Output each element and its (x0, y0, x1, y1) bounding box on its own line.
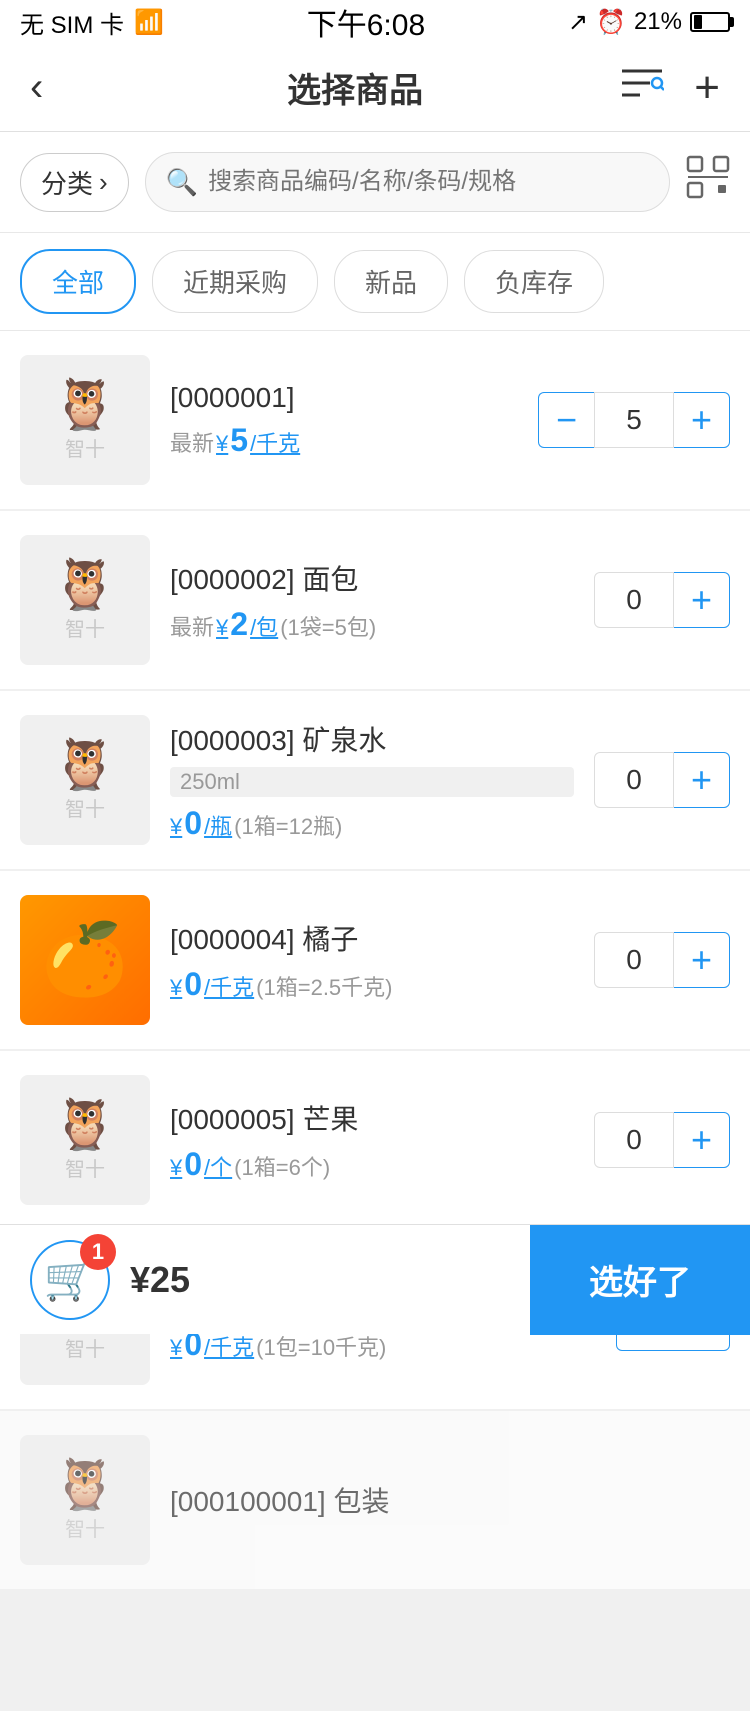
location-icon: ↗ (568, 8, 588, 37)
list-item: 🦉 智十 [000100001] 包装 (0, 1411, 750, 1589)
qty-input[interactable] (594, 932, 674, 988)
placeholder-image: 🦉 智十 (20, 715, 150, 845)
qty-input[interactable] (594, 392, 674, 448)
list-item: 🦉 智十 [0000001] 最新 ¥ 5 /千克 − + (0, 331, 750, 509)
qty-plus-button[interactable]: + (674, 572, 730, 628)
tab-negative[interactable]: 负库存 (464, 250, 604, 313)
tab-bar: 全部 近期采购 新品 负库存 (0, 233, 750, 331)
qty-plus-button[interactable]: + (674, 932, 730, 988)
page-title: 选择商品 (287, 63, 423, 112)
placeholder-image: 🦉 智十 (20, 355, 150, 485)
category-label: 分类 (41, 164, 93, 201)
qty-plus-button[interactable]: + (674, 752, 730, 808)
qty-input[interactable] (594, 752, 674, 808)
tab-recent[interactable]: 近期采购 (152, 250, 318, 313)
filter-bar: 分类 › 🔍 (0, 132, 750, 233)
status-bar: 无 SIM 卡 📶 下午6:08 ↗ ⏰ 21% (0, 0, 750, 44)
product-info-0000002: [0000002] 面包 最新 ¥ 2 /包 (1袋=5包) (170, 558, 574, 643)
owl-text: 智十 (65, 1333, 105, 1362)
back-button[interactable]: ‹ (30, 65, 90, 110)
product-price: 最新 ¥ 2 /包 (1袋=5包) (170, 606, 574, 643)
product-name: [0000004] 橘子 (170, 918, 574, 958)
product-name: [0000005] 芒果 (170, 1098, 574, 1138)
scan-icon[interactable] (686, 155, 730, 209)
qty-input[interactable] (594, 1112, 674, 1168)
owl-icon: 🦉 (54, 1459, 116, 1509)
product-name: [000100001] 包装 (170, 1480, 730, 1520)
owl-text: 智十 (65, 1513, 105, 1542)
battery-percent: 21% (634, 8, 682, 36)
product-price: ¥ 0 /个 (1箱=6个) (170, 1146, 574, 1183)
product-info-0000004: [0000004] 橘子 ¥ 0 /千克 (1箱=2.5千克) (170, 918, 574, 1003)
product-image-0000002: 🦉 智十 (20, 535, 150, 665)
product-price: ¥ 0 /瓶 (1箱=12瓶) (170, 805, 574, 842)
owl-icon: 🦉 (54, 1099, 116, 1149)
owl-text: 智十 (65, 793, 105, 822)
add-button[interactable]: + (694, 63, 720, 113)
product-list: 🦉 智十 [0000001] 最新 ¥ 5 /千克 − + (0, 331, 750, 1711)
qty-minus-button[interactable]: − (538, 392, 594, 448)
owl-text: 智十 (65, 433, 105, 462)
product-image-0000001: 🦉 智十 (20, 355, 150, 485)
cart-badge: 1 (80, 1234, 116, 1270)
product-info-0000003: [0000003] 矿泉水 250ml ¥ 0 /瓶 (1箱=12瓶) (170, 719, 574, 842)
cart-total: ¥25 (130, 1259, 190, 1301)
product-info-0000005: [0000005] 芒果 ¥ 0 /个 (1箱=6个) (170, 1098, 574, 1183)
nav-actions: + (620, 63, 720, 113)
filter-icon[interactable] (620, 65, 664, 111)
product-image-0000004: 🍊 (20, 895, 150, 1025)
owl-icon: 🦉 (54, 559, 116, 609)
alarm-icon: ⏰ (596, 8, 626, 37)
product-name: [0000001] (170, 382, 518, 414)
product-image-000100001: 🦉 智十 (20, 1435, 150, 1565)
category-button[interactable]: 分类 › (20, 153, 129, 212)
qty-control-0000002: + (594, 572, 730, 628)
product-price: 最新 ¥ 5 /千克 (170, 422, 518, 459)
list-item: 🦉 智十 [0000003] 矿泉水 250ml ¥ 0 /瓶 (1箱=12瓶)… (0, 691, 750, 869)
qty-control-0000001: − + (538, 392, 730, 448)
wifi-icon: 📶 (134, 8, 164, 37)
qty-plus-button[interactable]: + (674, 392, 730, 448)
search-box: 🔍 (145, 152, 670, 212)
owl-text: 智十 (65, 1153, 105, 1182)
product-info-0000001: [0000001] 最新 ¥ 5 /千克 (170, 382, 518, 459)
search-icon: 🔍 (166, 167, 198, 198)
owl-text: 智十 (65, 613, 105, 642)
category-arrow-icon: › (99, 167, 108, 198)
nav-bar: ‹ 选择商品 + (0, 44, 750, 132)
tab-new[interactable]: 新品 (334, 250, 448, 313)
product-image-0000005: 🦉 智十 (20, 1075, 150, 1205)
qty-control-0000005: + (594, 1112, 730, 1168)
owl-icon: 🦉 (54, 739, 116, 789)
product-spec: 250ml (170, 767, 574, 797)
qty-control-0000003: + (594, 752, 730, 808)
product-price: ¥ 0 /千克 (1箱=2.5千克) (170, 966, 574, 1003)
qty-control-0000004: + (594, 932, 730, 988)
qty-plus-button[interactable]: + (674, 1112, 730, 1168)
search-input[interactable] (208, 168, 649, 196)
status-left: 无 SIM 卡 📶 (20, 5, 164, 40)
status-time: 下午6:08 (307, 0, 425, 44)
product-info-000100001: [000100001] 包装 (170, 1480, 730, 1520)
owl-icon: 🦉 (54, 379, 116, 429)
placeholder-image: 🦉 智十 (20, 1075, 150, 1205)
list-item: 🦉 智十 [0000002] 面包 最新 ¥ 2 /包 (1袋=5包) + (0, 511, 750, 689)
cart-section: 🛒 1 ¥25 (0, 1240, 530, 1320)
list-item: 🍊 [0000004] 橘子 ¥ 0 /千克 (1箱=2.5千克) + (0, 871, 750, 1049)
carrier-text: 无 SIM 卡 (20, 5, 124, 40)
list-item: 🦉 智十 [0000005] 芒果 ¥ 0 /个 (1箱=6个) + (0, 1051, 750, 1229)
placeholder-image: 🦉 智十 (20, 535, 150, 665)
tab-all[interactable]: 全部 (20, 249, 136, 314)
product-image-0000003: 🦉 智十 (20, 715, 150, 845)
cart-button[interactable]: 🛒 1 (30, 1240, 110, 1320)
bottom-bar: 🛒 1 ¥25 选好了 (0, 1224, 750, 1334)
product-name: [0000002] 面包 (170, 558, 574, 598)
qty-input[interactable] (594, 572, 674, 628)
battery-icon (690, 12, 730, 32)
product-name: [0000003] 矿泉水 (170, 719, 574, 759)
confirm-button[interactable]: 选好了 (530, 1225, 750, 1335)
placeholder-image: 🦉 智十 (20, 1435, 150, 1565)
status-right: ↗ ⏰ 21% (568, 8, 730, 37)
